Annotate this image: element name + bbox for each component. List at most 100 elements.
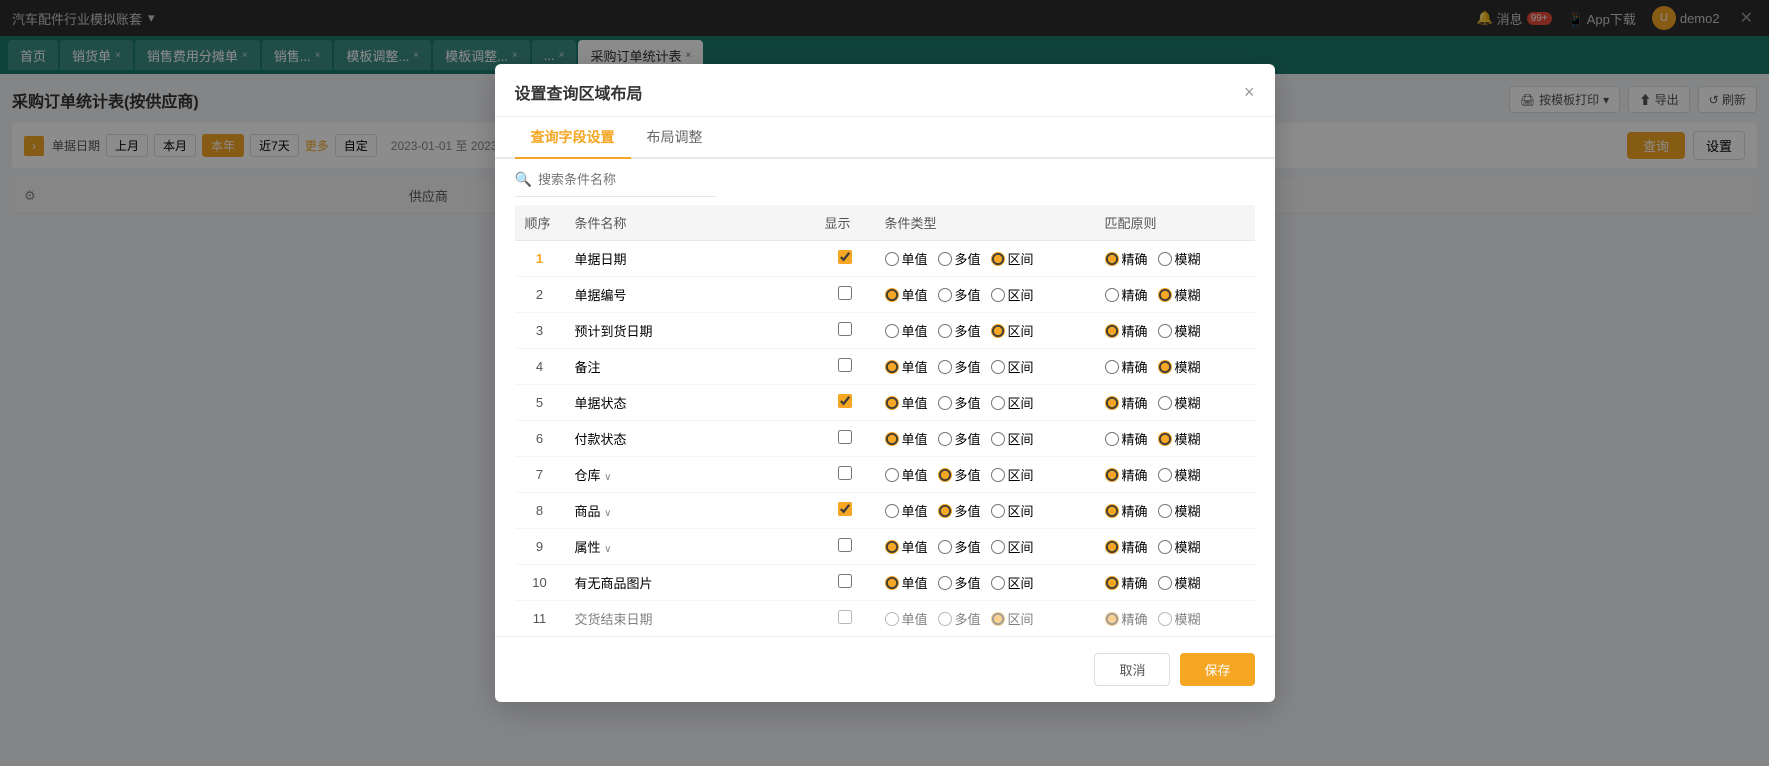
type-option[interactable]: 单值 <box>885 465 928 484</box>
show-checkbox[interactable] <box>838 250 852 264</box>
type-option[interactable]: 多值 <box>938 393 981 412</box>
match-option[interactable]: 精确 <box>1105 537 1148 556</box>
type-option[interactable]: 区间 <box>991 609 1034 628</box>
type-option[interactable]: 区间 <box>991 429 1034 448</box>
type-option[interactable]: 区间 <box>991 465 1034 484</box>
th-show: 显示 <box>815 205 875 241</box>
type-option[interactable]: 单值 <box>885 393 928 412</box>
match-option[interactable]: 模糊 <box>1158 537 1201 556</box>
type-option[interactable]: 多值 <box>938 465 981 484</box>
cancel-btn[interactable]: 取消 <box>1094 653 1170 686</box>
modal-overlay: 设置查询区域布局 × 查询字段设置 布局调整 🔍 <box>0 0 1769 766</box>
condition-match: 精确模糊 <box>1095 601 1255 637</box>
match-option[interactable]: 精确 <box>1105 249 1148 268</box>
type-option[interactable]: 多值 <box>938 249 981 268</box>
condition-match: 精确模糊 <box>1095 457 1255 493</box>
type-option[interactable]: 多值 <box>938 501 981 520</box>
show-checkbox[interactable] <box>838 466 852 480</box>
condition-order: 1 <box>515 241 565 277</box>
type-option[interactable]: 多值 <box>938 321 981 340</box>
match-option[interactable]: 精确 <box>1105 321 1148 340</box>
match-option[interactable]: 精确 <box>1105 429 1148 448</box>
type-option[interactable]: 单值 <box>885 537 928 556</box>
condition-show <box>815 385 875 421</box>
condition-order: 9 <box>515 529 565 565</box>
tab-query-fields-label: 查询字段设置 <box>531 129 615 145</box>
match-option[interactable]: 精确 <box>1105 285 1148 304</box>
match-option[interactable]: 模糊 <box>1158 321 1201 340</box>
match-option[interactable]: 精确 <box>1105 501 1148 520</box>
condition-type: 单值多值区间 <box>875 601 1095 637</box>
type-option[interactable]: 单值 <box>885 501 928 520</box>
type-option[interactable]: 单值 <box>885 357 928 376</box>
type-option[interactable]: 单值 <box>885 429 928 448</box>
condition-row: 3预计到货日期单值多值区间精确模糊 <box>515 313 1255 349</box>
match-option[interactable]: 模糊 <box>1158 285 1201 304</box>
modal-close-btn[interactable]: × <box>1244 83 1255 101</box>
show-checkbox[interactable] <box>838 286 852 300</box>
type-option[interactable]: 区间 <box>991 357 1034 376</box>
type-option[interactable]: 单值 <box>885 609 928 628</box>
condition-order: 10 <box>515 565 565 601</box>
condition-show <box>815 421 875 457</box>
show-checkbox[interactable] <box>838 322 852 336</box>
match-option[interactable]: 模糊 <box>1158 393 1201 412</box>
type-option[interactable]: 多值 <box>938 537 981 556</box>
condition-order: 4 <box>515 349 565 385</box>
show-checkbox[interactable] <box>838 430 852 444</box>
type-option[interactable]: 多值 <box>938 573 981 592</box>
match-option[interactable]: 模糊 <box>1158 501 1201 520</box>
type-option[interactable]: 区间 <box>991 573 1034 592</box>
match-option[interactable]: 精确 <box>1105 573 1148 592</box>
condition-row: 2单据编号单值多值区间精确模糊 <box>515 277 1255 313</box>
modal-tabs: 查询字段设置 布局调整 <box>495 117 1275 159</box>
type-option[interactable]: 多值 <box>938 429 981 448</box>
modal-search: 🔍 <box>515 171 715 197</box>
match-option[interactable]: 精确 <box>1105 465 1148 484</box>
type-option[interactable]: 区间 <box>991 249 1034 268</box>
show-checkbox[interactable] <box>838 358 852 372</box>
tab-query-fields[interactable]: 查询字段设置 <box>515 117 631 159</box>
condition-type: 单值多值区间 <box>875 565 1095 601</box>
condition-type: 单值多值区间 <box>875 457 1095 493</box>
show-checkbox[interactable] <box>838 538 852 552</box>
condition-type: 单值多值区间 <box>875 277 1095 313</box>
th-order: 顺序 <box>515 205 565 241</box>
tab-layout-adjust[interactable]: 布局调整 <box>631 117 719 159</box>
condition-name: 商品 ∨ <box>565 493 815 529</box>
show-checkbox[interactable] <box>838 574 852 588</box>
show-checkbox[interactable] <box>838 502 852 516</box>
condition-show <box>815 313 875 349</box>
type-option[interactable]: 多值 <box>938 357 981 376</box>
condition-name: 有无商品图片 <box>565 565 815 601</box>
condition-match: 精确模糊 <box>1095 385 1255 421</box>
type-option[interactable]: 区间 <box>991 501 1034 520</box>
show-checkbox[interactable] <box>838 394 852 408</box>
match-option[interactable]: 模糊 <box>1158 249 1201 268</box>
type-option[interactable]: 区间 <box>991 537 1034 556</box>
condition-name: 预计到货日期 <box>565 313 815 349</box>
condition-show <box>815 493 875 529</box>
match-option[interactable]: 精确 <box>1105 393 1148 412</box>
save-btn[interactable]: 保存 <box>1180 653 1254 686</box>
type-option[interactable]: 单值 <box>885 321 928 340</box>
match-option[interactable]: 模糊 <box>1158 357 1201 376</box>
search-input[interactable] <box>538 172 715 187</box>
type-option[interactable]: 多值 <box>938 609 981 628</box>
match-option[interactable]: 模糊 <box>1158 609 1201 628</box>
match-option[interactable]: 精确 <box>1105 609 1148 628</box>
type-option[interactable]: 区间 <box>991 393 1034 412</box>
type-option[interactable]: 区间 <box>991 321 1034 340</box>
match-option[interactable]: 模糊 <box>1158 429 1201 448</box>
type-option[interactable]: 多值 <box>938 285 981 304</box>
type-option[interactable]: 区间 <box>991 285 1034 304</box>
match-option[interactable]: 模糊 <box>1158 573 1201 592</box>
match-option[interactable]: 模糊 <box>1158 465 1201 484</box>
condition-match: 精确模糊 <box>1095 529 1255 565</box>
type-option[interactable]: 单值 <box>885 573 928 592</box>
type-option[interactable]: 单值 <box>885 249 928 268</box>
type-option[interactable]: 单值 <box>885 285 928 304</box>
modal-title: 设置查询区域布局 <box>515 80 643 104</box>
match-option[interactable]: 精确 <box>1105 357 1148 376</box>
show-checkbox[interactable] <box>838 610 852 624</box>
